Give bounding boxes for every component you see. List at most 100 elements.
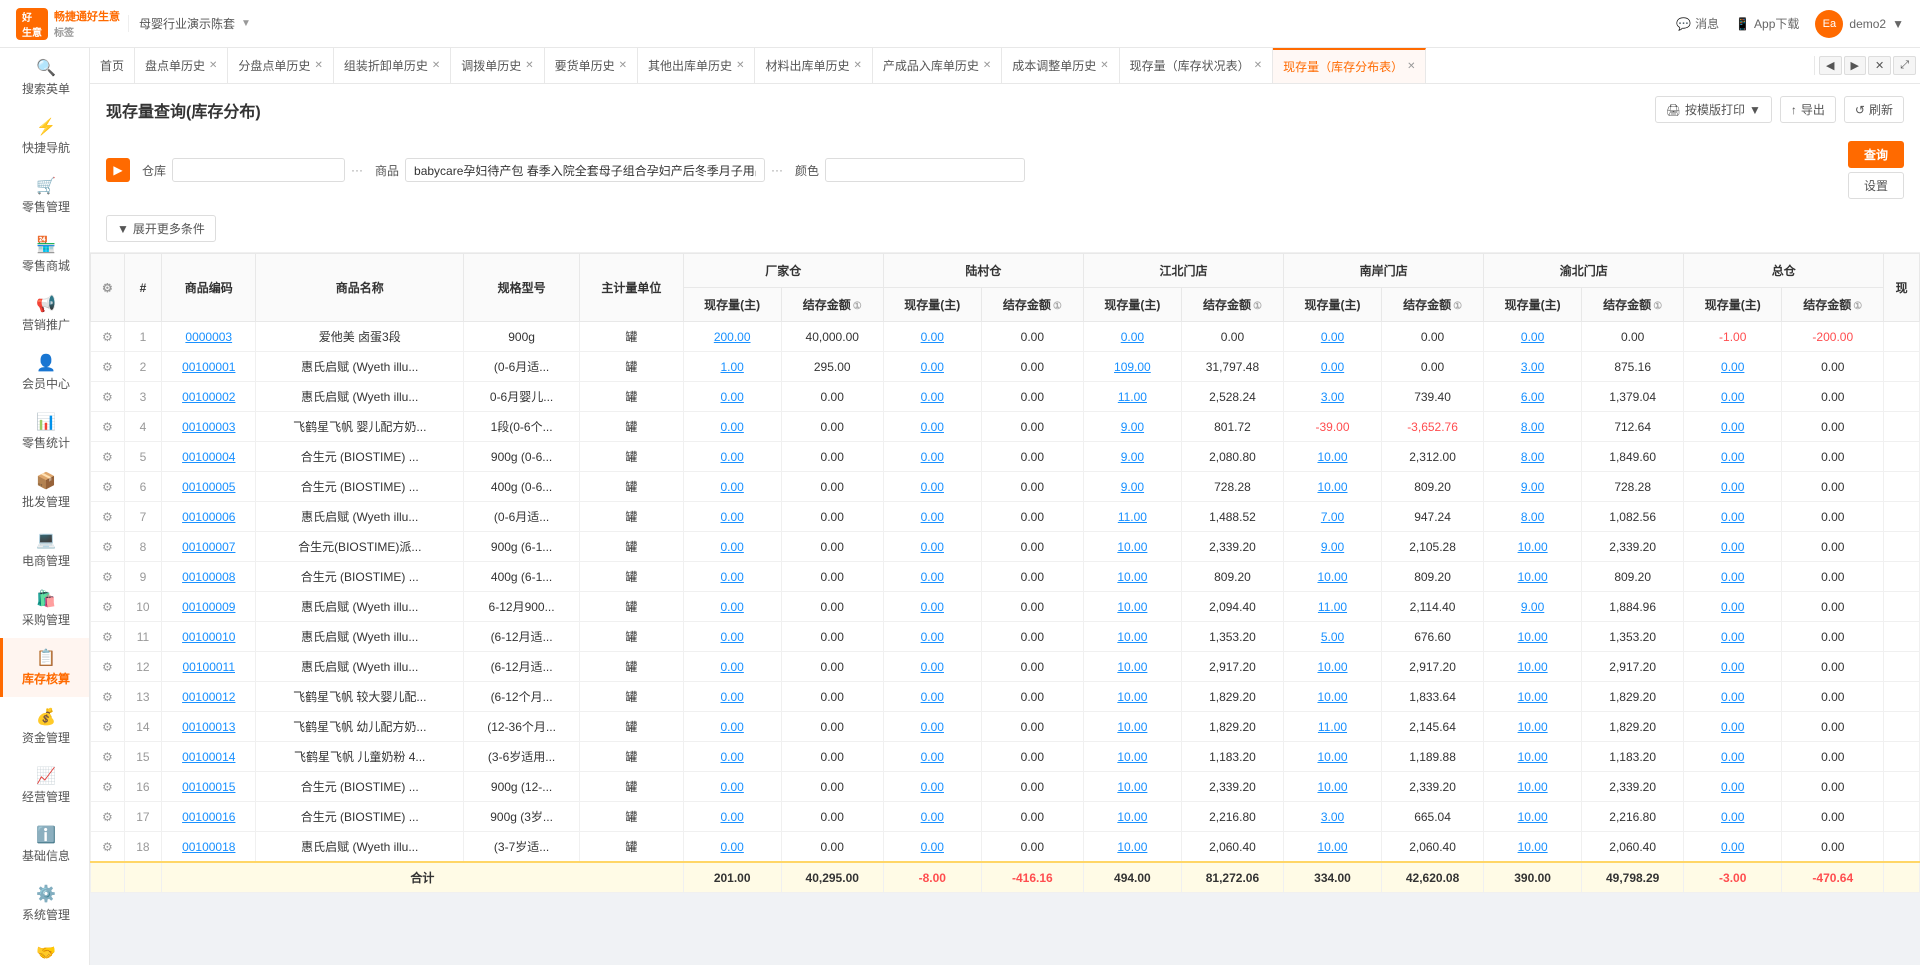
cell-qty-3[interactable]: 10.00 bbox=[1284, 652, 1382, 682]
cell-qty-2[interactable]: 10.00 bbox=[1083, 682, 1181, 712]
cell-qty-2[interactable]: 9.00 bbox=[1083, 442, 1181, 472]
row-gear[interactable]: ⚙ bbox=[91, 412, 125, 442]
cell-qty-3[interactable]: 3.00 bbox=[1284, 382, 1382, 412]
cell-qty-2[interactable]: 10.00 bbox=[1083, 832, 1181, 863]
col-gear-header[interactable]: ⚙ bbox=[91, 254, 125, 322]
row-code[interactable]: 00100002 bbox=[162, 382, 256, 412]
row-gear[interactable]: ⚙ bbox=[91, 712, 125, 742]
cell-qty-2[interactable]: 9.00 bbox=[1083, 472, 1181, 502]
cell-qty-4[interactable]: 8.00 bbox=[1484, 502, 1582, 532]
cell-qty-4[interactable]: 10.00 bbox=[1484, 712, 1582, 742]
row-code[interactable]: 00100009 bbox=[162, 592, 256, 622]
tab-close-现存量库存状况表[interactable]: ✕ bbox=[1254, 60, 1262, 71]
row-gear[interactable]: ⚙ bbox=[91, 622, 125, 652]
tab-close-产成品入库单历史[interactable]: ✕ bbox=[983, 60, 991, 71]
search-btn[interactable]: 查询 bbox=[1848, 141, 1904, 168]
cell-qty-2[interactable]: 10.00 bbox=[1083, 622, 1181, 652]
cell-qty-3[interactable]: 11.00 bbox=[1284, 592, 1382, 622]
tab-现存量库存状况表[interactable]: 现存量（库存状况表）✕ bbox=[1120, 48, 1273, 83]
cell-qty-2[interactable]: 10.00 bbox=[1083, 742, 1181, 772]
cell-qty-3[interactable]: 10.00 bbox=[1284, 832, 1382, 863]
tab-要货单历史[interactable]: 要货单历史✕ bbox=[545, 48, 638, 83]
sidebar-item-shortcut[interactable]: ⚡ 快捷导航 bbox=[0, 107, 89, 166]
tab-prev-btn[interactable]: ◀ bbox=[1819, 56, 1841, 75]
tab-close-要货单历史[interactable]: ✕ bbox=[619, 60, 627, 71]
row-code[interactable]: 00100010 bbox=[162, 622, 256, 652]
sidebar-item-retail-stat[interactable]: 📊 零售统计 bbox=[0, 402, 89, 461]
cell-qty-4[interactable]: 3.00 bbox=[1484, 352, 1582, 382]
row-gear[interactable]: ⚙ bbox=[91, 472, 125, 502]
tab-close-spot-history[interactable]: ✕ bbox=[209, 60, 217, 71]
cell-qty-3[interactable]: 10.00 bbox=[1284, 442, 1382, 472]
row-code[interactable]: 00100004 bbox=[162, 442, 256, 472]
cell-qty-4[interactable]: 10.00 bbox=[1484, 652, 1582, 682]
row-code[interactable]: 00100003 bbox=[162, 412, 256, 442]
cell-qty-4[interactable]: 10.00 bbox=[1484, 832, 1582, 863]
sidebar-item-purchase[interactable]: 🛍️ 采购管理 bbox=[0, 579, 89, 638]
cell-qty-3[interactable]: 10.00 bbox=[1284, 772, 1382, 802]
row-code[interactable]: 00100013 bbox=[162, 712, 256, 742]
row-code[interactable]: 00100016 bbox=[162, 802, 256, 832]
tab-产成品入库单历史[interactable]: 产成品入库单历史✕ bbox=[873, 48, 1002, 83]
tab-close-all-btn[interactable]: ✕ bbox=[1868, 56, 1891, 75]
cell-qty-4[interactable]: 10.00 bbox=[1484, 682, 1582, 712]
sidebar-item-corp[interactable]: 🤝 企业协同 bbox=[0, 933, 89, 965]
tab-assemble-history[interactable]: 组装折卸单历史✕ bbox=[334, 48, 451, 83]
cell-qty-4[interactable]: 9.00 bbox=[1484, 592, 1582, 622]
warehouse-dots[interactable]: ··· bbox=[351, 163, 363, 177]
sidebar-item-operation[interactable]: 📈 经营管理 bbox=[0, 756, 89, 815]
cell-qty-3[interactable]: 11.00 bbox=[1284, 712, 1382, 742]
row-gear[interactable]: ⚙ bbox=[91, 832, 125, 863]
goods-input[interactable] bbox=[405, 158, 765, 182]
row-code[interactable]: 00100006 bbox=[162, 502, 256, 532]
row-gear[interactable]: ⚙ bbox=[91, 502, 125, 532]
cell-qty-0[interactable]: 1.00 bbox=[683, 352, 781, 382]
cell-qty-2[interactable]: 10.00 bbox=[1083, 772, 1181, 802]
cell-qty-2[interactable]: 10.00 bbox=[1083, 532, 1181, 562]
cell-qty-4[interactable]: 8.00 bbox=[1484, 412, 1582, 442]
cell-qty-3[interactable]: 3.00 bbox=[1284, 802, 1382, 832]
search-expand-btn[interactable]: ▶ bbox=[106, 158, 130, 182]
tab-close-现存量库存分布表[interactable]: ✕ bbox=[1407, 61, 1415, 72]
cell-qty-2[interactable]: 11.00 bbox=[1083, 382, 1181, 412]
cell-qty-0[interactable]: 200.00 bbox=[683, 322, 781, 352]
row-gear[interactable]: ⚙ bbox=[91, 562, 125, 592]
tab-home[interactable]: 首页 bbox=[90, 48, 135, 83]
tab-现存量库存分布表[interactable]: 现存量（库存分布表）✕ bbox=[1273, 48, 1426, 83]
tab-close-成本调整单历史[interactable]: ✕ bbox=[1100, 60, 1108, 71]
sidebar-item-basic[interactable]: ℹ️ 基础信息 bbox=[0, 815, 89, 874]
cell-qty-2[interactable]: 11.00 bbox=[1083, 502, 1181, 532]
row-gear[interactable]: ⚙ bbox=[91, 652, 125, 682]
row-gear[interactable]: ⚙ bbox=[91, 352, 125, 382]
color-input[interactable] bbox=[825, 158, 1025, 182]
row-code[interactable]: 00100012 bbox=[162, 682, 256, 712]
row-gear[interactable]: ⚙ bbox=[91, 442, 125, 472]
cell-qty-3[interactable]: 10.00 bbox=[1284, 742, 1382, 772]
tab-成本调整单历史[interactable]: 成本调整单历史✕ bbox=[1002, 48, 1119, 83]
cell-qty-3[interactable]: -39.00 bbox=[1284, 412, 1382, 442]
sidebar-item-finance[interactable]: 💰 资金管理 bbox=[0, 697, 89, 756]
cell-qty-3[interactable]: 9.00 bbox=[1284, 532, 1382, 562]
cell-qty-4[interactable]: 10.00 bbox=[1484, 742, 1582, 772]
row-gear[interactable]: ⚙ bbox=[91, 382, 125, 412]
cell-qty-4[interactable]: 8.00 bbox=[1484, 442, 1582, 472]
cell-qty-4[interactable]: 10.00 bbox=[1484, 802, 1582, 832]
industry-selector[interactable]: 母婴行业演示陈套 ▼ bbox=[128, 15, 251, 32]
row-gear[interactable]: ⚙ bbox=[91, 322, 125, 352]
row-code[interactable]: 00100011 bbox=[162, 652, 256, 682]
row-code[interactable]: 00100018 bbox=[162, 832, 256, 863]
sidebar-item-wholesale[interactable]: 📦 批发管理 bbox=[0, 461, 89, 520]
message-btn[interactable]: 💬 消息 bbox=[1676, 15, 1719, 32]
tab-expand-btn[interactable]: ⤢ bbox=[1893, 56, 1916, 75]
tab-调拨单历史[interactable]: 调拨单历史✕ bbox=[451, 48, 544, 83]
cell-qty-3[interactable]: 7.00 bbox=[1284, 502, 1382, 532]
sidebar-item-member[interactable]: 👤 会员中心 bbox=[0, 343, 89, 402]
cell-qty-4[interactable]: 10.00 bbox=[1484, 532, 1582, 562]
tab-close-分盘点单历史[interactable]: ✕ bbox=[314, 60, 322, 71]
row-code[interactable]: 00100015 bbox=[162, 772, 256, 802]
row-gear[interactable]: ⚙ bbox=[91, 682, 125, 712]
expand-more-btn[interactable]: ▼ 展开更多条件 bbox=[106, 215, 216, 242]
row-gear[interactable]: ⚙ bbox=[91, 772, 125, 802]
sidebar-item-system[interactable]: ⚙️ 系统管理 bbox=[0, 874, 89, 933]
row-code[interactable]: 00100001 bbox=[162, 352, 256, 382]
